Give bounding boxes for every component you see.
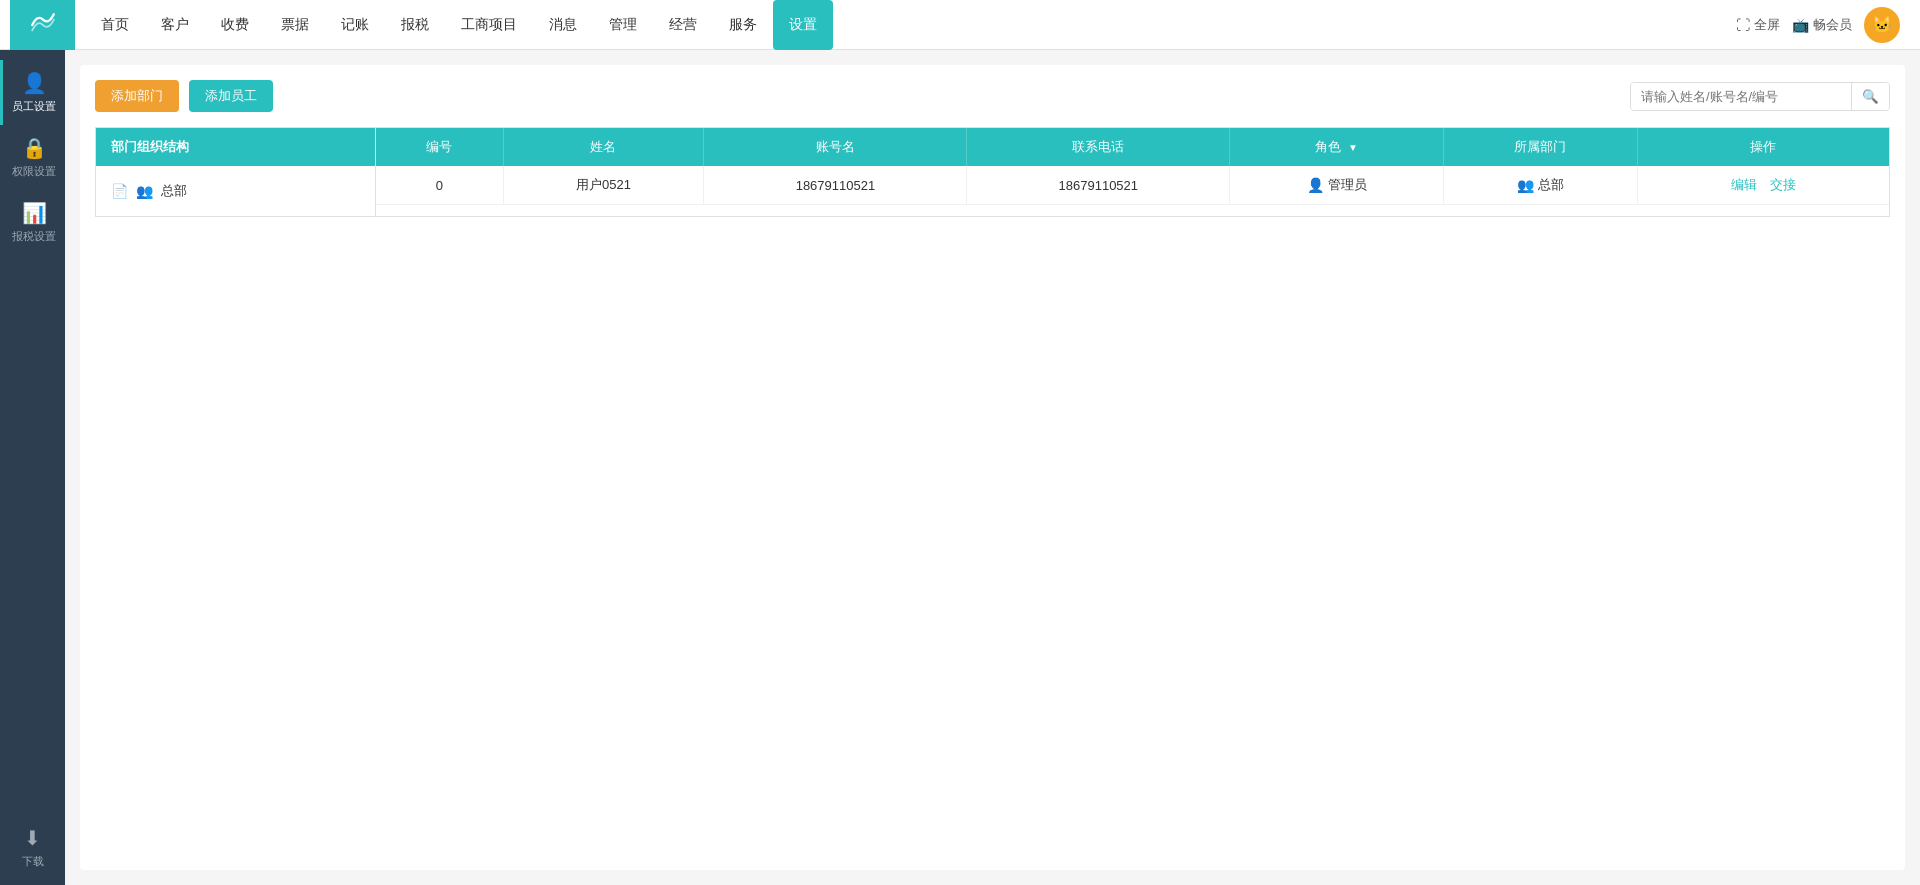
dept-tree-item-label: 总部 xyxy=(161,182,187,200)
role-user-icon: 👤 xyxy=(1307,177,1324,193)
download-icon: ⬇ xyxy=(24,826,41,850)
dept-tree-body: 📄 👥 总部 xyxy=(96,166,375,216)
sidebar-item-taxsettings[interactable]: 📊 报税设置 xyxy=(0,190,65,255)
search-bar: 🔍 xyxy=(1630,82,1890,111)
nav-settings[interactable]: 设置 xyxy=(773,0,833,50)
top-nav-right: ⛶ 全屏 📺 畅会员 🐱 xyxy=(1736,7,1910,43)
nav-home[interactable]: 首页 xyxy=(85,0,145,50)
fullscreen-icon: ⛶ xyxy=(1736,17,1750,33)
avatar-icon: 🐱 xyxy=(1872,15,1892,34)
member-icon: 📺 xyxy=(1792,17,1809,33)
nav-manage[interactable]: 管理 xyxy=(593,0,653,50)
sidebar-employee-label: 员工设置 xyxy=(12,99,56,114)
fullscreen-label: 全屏 xyxy=(1754,16,1780,34)
content-inner: 添加部门 添加员工 🔍 部门组织结构 📄 👥 xyxy=(80,65,1905,870)
nav-customer[interactable]: 客户 xyxy=(145,0,205,50)
taxsettings-icon: 📊 xyxy=(22,201,47,225)
employee-data-table: 编号 姓名 账号名 联系电话 角色 ▼ 所属部门 操作 xyxy=(376,128,1889,205)
cell-phone: 18679110521 xyxy=(967,166,1230,205)
dept-value: 总部 xyxy=(1538,176,1564,194)
role-value: 管理员 xyxy=(1328,176,1367,194)
col-id: 编号 xyxy=(376,128,503,166)
transfer-link[interactable]: 交接 xyxy=(1770,177,1796,192)
dept-tree-header: 部门组织结构 xyxy=(96,128,375,166)
nav-accounting[interactable]: 记账 xyxy=(325,0,385,50)
col-name: 姓名 xyxy=(503,128,704,166)
sidebar-taxsettings-label: 报税设置 xyxy=(12,229,56,244)
top-navigation: 首页 客户 收费 票据 记账 报税 工商项目 消息 管理 经营 服务 设置 ⛶ … xyxy=(0,0,1920,50)
nav-tax[interactable]: 报税 xyxy=(385,0,445,50)
main-layout: 👤 员工设置 🔒 权限设置 📊 报税设置 ⬇ 下载 添加部门 添加员工 xyxy=(0,50,1920,885)
member-button[interactable]: 📺 畅会员 xyxy=(1792,16,1852,34)
nav-items: 首页 客户 收费 票据 记账 报税 工商项目 消息 管理 经营 服务 设置 xyxy=(75,0,1736,50)
member-label: 畅会员 xyxy=(1813,16,1852,34)
fullscreen-button[interactable]: ⛶ 全屏 xyxy=(1736,16,1780,34)
employee-icon: 👤 xyxy=(22,71,47,95)
avatar[interactable]: 🐱 xyxy=(1864,7,1900,43)
content-area: 添加部门 添加员工 🔍 部门组织结构 📄 👥 xyxy=(65,50,1920,885)
col-dept: 所属部门 xyxy=(1444,128,1638,166)
nav-invoice[interactable]: 票据 xyxy=(265,0,325,50)
cell-id: 0 xyxy=(376,166,503,205)
cell-dept: 👥 总部 xyxy=(1444,166,1638,205)
edit-link[interactable]: 编辑 xyxy=(1731,177,1757,192)
role-filter-icon[interactable]: ▼ xyxy=(1348,142,1358,153)
sidebar-item-employee[interactable]: 👤 员工设置 xyxy=(0,60,65,125)
add-employee-button[interactable]: 添加员工 xyxy=(189,80,273,112)
download-label: 下载 xyxy=(22,854,44,869)
dept-tree-item[interactable]: 📄 👥 总部 xyxy=(111,176,360,206)
table-header-row: 编号 姓名 账号名 联系电话 角色 ▼ 所属部门 操作 xyxy=(376,128,1889,166)
dept-user-icon: 👥 xyxy=(136,183,153,199)
table-section: 部门组织结构 📄 👥 总部 编号 xyxy=(95,127,1890,217)
employee-table: 编号 姓名 账号名 联系电话 角色 ▼ 所属部门 操作 xyxy=(375,127,1890,217)
nav-operation[interactable]: 经营 xyxy=(653,0,713,50)
toolbar: 添加部门 添加员工 🔍 xyxy=(95,80,1890,112)
search-input[interactable] xyxy=(1631,83,1851,110)
cell-actions: 编辑 交接 xyxy=(1637,166,1889,205)
nav-business[interactable]: 工商项目 xyxy=(445,0,533,50)
table-row: 0 用户0521 18679110521 18679110521 👤 管理员 xyxy=(376,166,1889,205)
search-button[interactable]: 🔍 xyxy=(1851,83,1889,110)
nav-fee[interactable]: 收费 xyxy=(205,0,265,50)
dept-file-icon: 📄 xyxy=(111,183,128,199)
cell-name: 用户0521 xyxy=(503,166,704,205)
cell-role: 👤 管理员 xyxy=(1230,166,1444,205)
nav-message[interactable]: 消息 xyxy=(533,0,593,50)
app-logo xyxy=(10,0,75,50)
dept-tree: 部门组织结构 📄 👥 总部 xyxy=(95,127,375,217)
search-icon: 🔍 xyxy=(1862,89,1879,104)
add-dept-button[interactable]: 添加部门 xyxy=(95,80,179,112)
sidebar-permission-label: 权限设置 xyxy=(12,164,56,179)
cell-account: 18679110521 xyxy=(704,166,967,205)
nav-service[interactable]: 服务 xyxy=(713,0,773,50)
permission-icon: 🔒 xyxy=(22,136,47,160)
sidebar-download-button[interactable]: ⬇ 下载 xyxy=(0,820,65,875)
col-phone: 联系电话 xyxy=(967,128,1230,166)
col-role: 角色 ▼ xyxy=(1230,128,1444,166)
sidebar-bottom: ⬇ 下载 xyxy=(0,820,65,885)
col-action: 操作 xyxy=(1637,128,1889,166)
dept-user-icon2: 👥 xyxy=(1517,177,1534,193)
col-account: 账号名 xyxy=(704,128,967,166)
sidebar-item-permission[interactable]: 🔒 权限设置 xyxy=(0,125,65,190)
left-sidebar: 👤 员工设置 🔒 权限设置 📊 报税设置 ⬇ 下载 xyxy=(0,50,65,885)
